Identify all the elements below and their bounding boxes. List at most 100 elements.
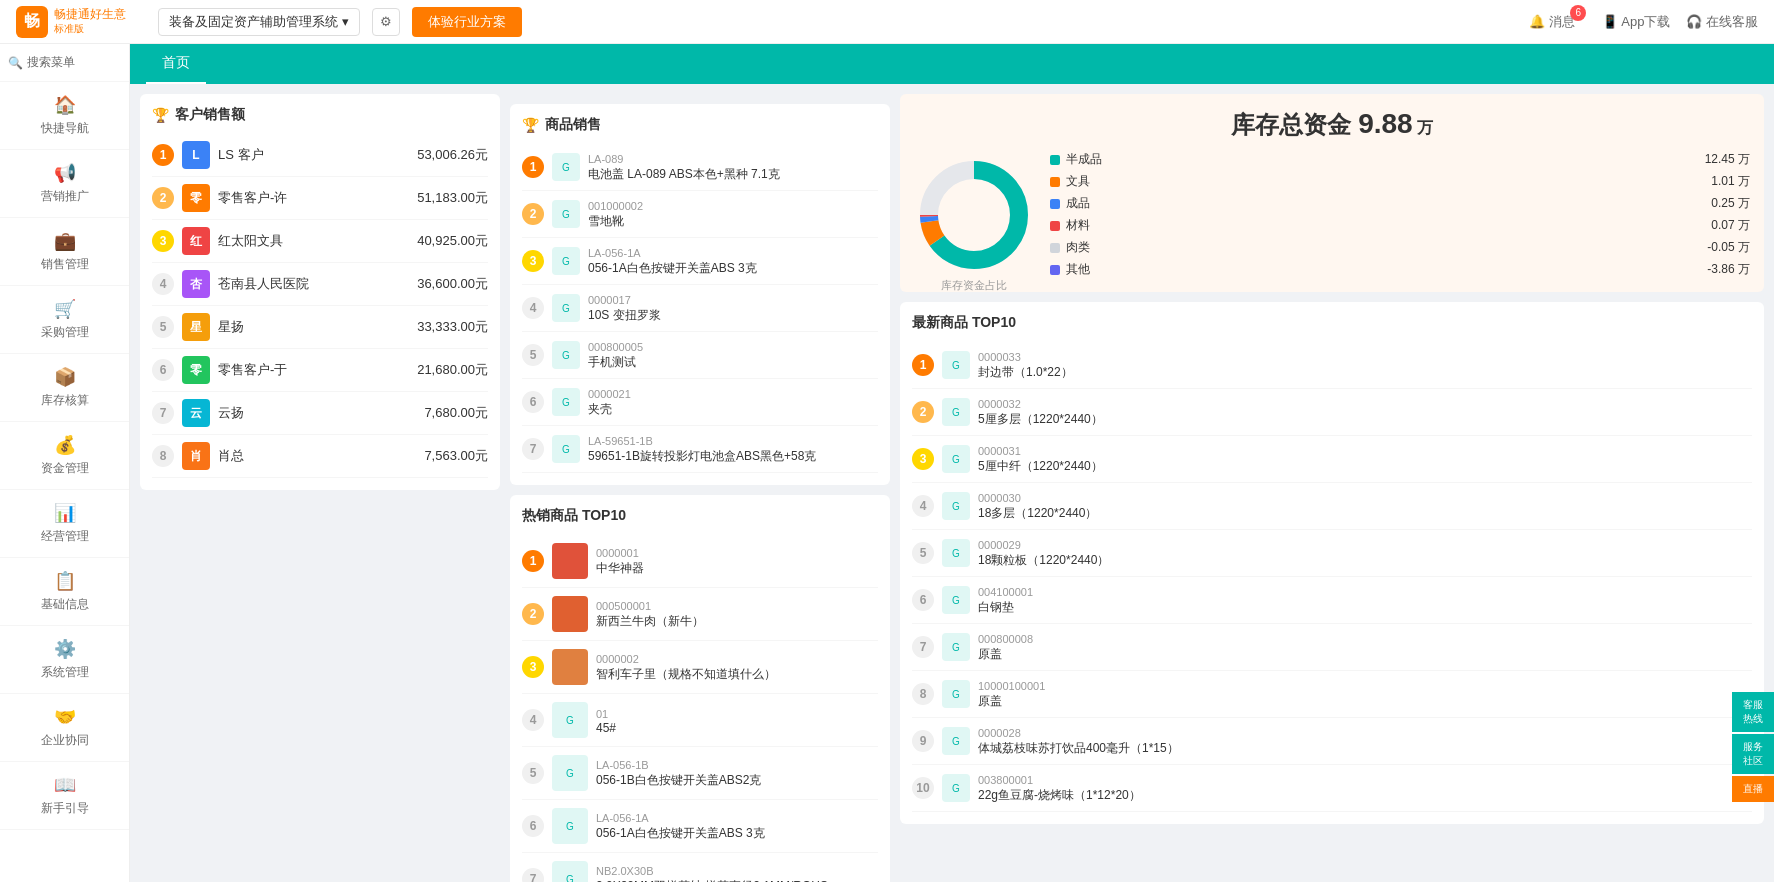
tab-home[interactable]: 首页 bbox=[146, 44, 206, 84]
new-product-info: 004100001 白钢垫 bbox=[978, 584, 1033, 616]
operations-icon: 📊 bbox=[54, 502, 76, 524]
rank-amount: 53,006.26元 bbox=[417, 146, 488, 164]
finance-icon: 💰 bbox=[54, 434, 76, 456]
sidebar-search[interactable]: 🔍 搜索菜单 bbox=[0, 44, 129, 82]
product-rank-number: 4 bbox=[522, 297, 544, 319]
sidebar-label-sales: 销售管理 bbox=[41, 256, 89, 273]
system-selector[interactable]: 装备及固定资产辅助管理系统 ▾ bbox=[158, 8, 360, 36]
product-rank-item: 2 G 001000002 雪地靴 bbox=[522, 191, 878, 238]
rank-amount: 33,333.00元 bbox=[417, 318, 488, 336]
sidebar-item-inventory[interactable]: 📦 库存核算 bbox=[0, 354, 129, 422]
online-service[interactable]: 🎧 在线客服 bbox=[1686, 13, 1758, 31]
msg-item[interactable]: 🔔 消息 6 bbox=[1529, 13, 1586, 31]
sidebar-item-finance[interactable]: 💰 资金管理 bbox=[0, 422, 129, 490]
rank-avatar: 肖 bbox=[182, 442, 210, 470]
product-rank-number: 6 bbox=[522, 391, 544, 413]
inventory-amount: 9.88 bbox=[1358, 108, 1413, 139]
rank-amount: 7,680.00元 bbox=[424, 404, 488, 422]
collab-icon: 🤝 bbox=[54, 706, 76, 728]
new-product-item: 4 G 0000030 18多层（1220*2440） bbox=[912, 483, 1752, 530]
hot-product-info: LA-056-1A 056-1A白色按键开关盖ABS 3克 bbox=[596, 810, 765, 842]
customer-ranking-label: 客户销售额 bbox=[175, 106, 245, 124]
rank-name: 肖总 bbox=[218, 447, 416, 465]
sidebar-label-operations: 经营管理 bbox=[41, 528, 89, 545]
try-button[interactable]: 体验行业方案 bbox=[412, 7, 522, 37]
chevron-down-icon: ▾ bbox=[342, 14, 349, 29]
mid-column: 🏆 商品销售 1 G LA-089 电池盖 LA-089 ABS本色+黑种 7.… bbox=[510, 84, 890, 882]
new-product-thumb: G bbox=[942, 492, 970, 520]
product-rank-number: 7 bbox=[522, 438, 544, 460]
sidebar-item-marketing[interactable]: 📢 营销推广 bbox=[0, 150, 129, 218]
product-rank-item: 1 G LA-089 电池盖 LA-089 ABS本色+黑种 7.1克 bbox=[522, 144, 878, 191]
new-product-item: 6 G 004100001 白钢垫 bbox=[912, 577, 1752, 624]
hot-product-info: NB2.0X30B 2.0X30MM双搓花轴.搓花直径2.1MM/ROHS bbox=[596, 863, 828, 882]
sidebar-item-quicknav[interactable]: 🏠 快捷导航 bbox=[0, 82, 129, 150]
legend-dot bbox=[1050, 265, 1060, 275]
sidebar-item-sales[interactable]: 💼 销售管理 bbox=[0, 218, 129, 286]
legend-name: 肉类 bbox=[1066, 239, 1701, 256]
rank-number: 1 bbox=[152, 144, 174, 166]
new-rank-number: 2 bbox=[912, 401, 934, 423]
new-product-item: 1 G 0000033 封边带（1.0*22） bbox=[912, 342, 1752, 389]
new-product-item: 8 G 10000100001 原盖 bbox=[912, 671, 1752, 718]
hot-img: G bbox=[552, 808, 588, 844]
legend-name: 其他 bbox=[1066, 261, 1701, 278]
product-info: LA-089 电池盖 LA-089 ABS本色+黑种 7.1克 bbox=[588, 151, 878, 183]
product-thumb: G bbox=[552, 153, 580, 181]
search-label: 搜索菜单 bbox=[27, 54, 75, 71]
new-product-info: 0000031 5厘中纤（1220*2440） bbox=[978, 443, 1103, 475]
page-content: 🏆 客户销售额 1 L LS 客户 53,006.26元 2 零 零售客户-许 … bbox=[130, 84, 1774, 882]
sidebar: 🔍 搜索菜单 🏠 快捷导航 📢 营销推广 💼 销售管理 🛒 采购管理 📦 库存核… bbox=[0, 44, 130, 882]
sales-icon: 💼 bbox=[54, 230, 76, 252]
float-btn-service[interactable]: 客服 热线 bbox=[1732, 692, 1774, 732]
new-products-card: 最新商品 TOP10 1 G 0000033 封边带（1.0*22） 2 G 0… bbox=[900, 302, 1764, 824]
hot-rank-number: 1 bbox=[522, 550, 544, 572]
sidebar-item-purchase[interactable]: 🛒 采购管理 bbox=[0, 286, 129, 354]
rank-name: 云扬 bbox=[218, 404, 416, 422]
new-product-thumb: G bbox=[942, 727, 970, 755]
product-thumb: G bbox=[552, 200, 580, 228]
new-product-item: 7 G 000800008 原盖 bbox=[912, 624, 1752, 671]
float-btn-live[interactable]: 直播 bbox=[1732, 776, 1774, 802]
rank-amount: 51,183.00元 bbox=[417, 189, 488, 207]
product-info: 0000021 夹壳 bbox=[588, 386, 878, 418]
new-rank-number: 6 bbox=[912, 589, 934, 611]
product-rank-list: 1 G LA-089 电池盖 LA-089 ABS本色+黑种 7.1克 2 G … bbox=[522, 144, 878, 473]
hot-rank-number: 5 bbox=[522, 762, 544, 784]
product-info: 000800005 手机测试 bbox=[588, 339, 878, 371]
hot-img: G bbox=[552, 755, 588, 791]
legend-item: 半成品 12.45 万 bbox=[1050, 151, 1750, 168]
legend-value: 0.07 万 bbox=[1711, 217, 1750, 234]
system-name: 装备及固定资产辅助管理系统 bbox=[169, 13, 338, 31]
nav-tab: 首页 bbox=[130, 44, 1774, 84]
sidebar-item-guide[interactable]: 📖 新手引导 bbox=[0, 762, 129, 830]
new-product-info: 0000029 18颗粒板（1220*2440） bbox=[978, 537, 1109, 569]
sidebar-item-operations[interactable]: 📊 经营管理 bbox=[0, 490, 129, 558]
rank-amount: 36,600.00元 bbox=[417, 275, 488, 293]
new-product-info: 0000033 封边带（1.0*22） bbox=[978, 349, 1073, 381]
legend-value: -3.86 万 bbox=[1707, 261, 1750, 278]
rank-item: 2 零 零售客户-许 51,183.00元 bbox=[152, 177, 488, 220]
legend-item: 其他 -3.86 万 bbox=[1050, 261, 1750, 278]
sidebar-item-system[interactable]: ⚙️ 系统管理 bbox=[0, 626, 129, 694]
rank-number: 4 bbox=[152, 273, 174, 295]
left-column: 🏆 客户销售额 1 L LS 客户 53,006.26元 2 零 零售客户-许 … bbox=[130, 84, 510, 882]
product-thumb: G bbox=[552, 247, 580, 275]
sidebar-item-basic[interactable]: 📋 基础信息 bbox=[0, 558, 129, 626]
hot-product-info: 01 45# bbox=[596, 706, 616, 735]
app-download[interactable]: 📱 App下载 bbox=[1602, 13, 1670, 31]
inventory-label: 库存总资金 bbox=[1231, 111, 1358, 138]
sidebar-label-marketing: 营销推广 bbox=[41, 188, 89, 205]
rank-number: 8 bbox=[152, 445, 174, 467]
marketing-icon: 📢 bbox=[54, 162, 76, 184]
sidebar-label-inventory: 库存核算 bbox=[41, 392, 89, 409]
hot-item: 5 G LA-056-1B 056-1B白色按键开关盖ABS2克 bbox=[522, 747, 878, 800]
rank-name: 零售客户-许 bbox=[218, 189, 409, 207]
float-btn-community[interactable]: 服务 社区 bbox=[1732, 734, 1774, 774]
sidebar-item-collab[interactable]: 🤝 企业协同 bbox=[0, 694, 129, 762]
rank-item: 7 云 云扬 7,680.00元 bbox=[152, 392, 488, 435]
legend-dot bbox=[1050, 155, 1060, 165]
rank-avatar: 零 bbox=[182, 356, 210, 384]
gear-button[interactable]: ⚙ bbox=[372, 8, 400, 36]
rank-amount: 40,925.00元 bbox=[417, 232, 488, 250]
